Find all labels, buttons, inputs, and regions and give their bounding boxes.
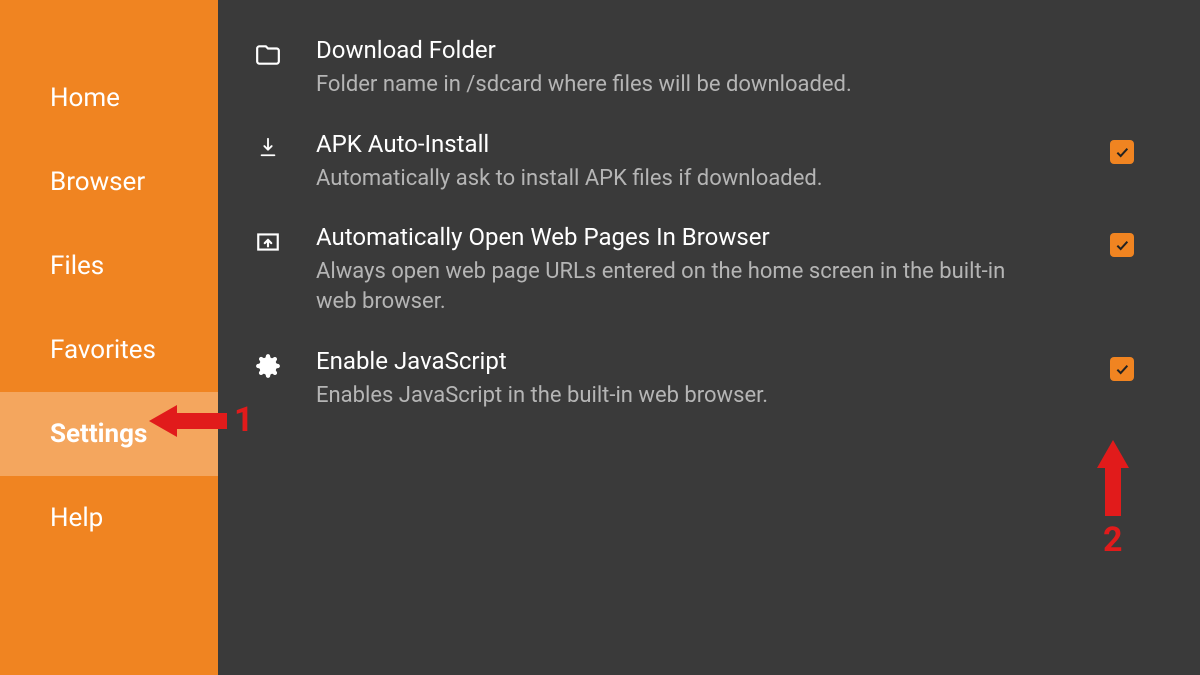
sidebar-item-files[interactable]: Files [0,224,218,308]
sidebar-item-label: Browser [50,167,145,197]
open-in-browser-icon [248,223,288,255]
setting-desc: Automatically ask to install APK files i… [316,164,1016,194]
setting-checkbox-slot [1110,36,1140,46]
setting-row-download-folder[interactable]: Download Folder Folder name in /sdcard w… [248,36,1140,100]
setting-checkbox-slot [1110,223,1140,257]
sidebar-item-label: Help [50,503,103,533]
setting-text: Download Folder Folder name in /sdcard w… [316,36,1082,100]
sidebar-item-label: Settings [50,419,147,449]
sidebar-item-label: Home [50,83,120,113]
setting-title: Automatically Open Web Pages In Browser [316,223,1082,251]
setting-title: Enable JavaScript [316,347,1082,375]
sidebar-item-settings[interactable]: Settings [0,392,218,476]
setting-text: Enable JavaScript Enables JavaScript in … [316,347,1082,411]
download-icon [248,130,288,158]
checkbox-apk-auto-install[interactable] [1110,140,1134,164]
sidebar-item-label: Favorites [50,335,156,365]
annotation-label-1: 1 [234,400,254,440]
setting-text: APK Auto-Install Automatically ask to in… [316,130,1082,194]
sidebar: Home Browser Files Favorites Settings He… [0,0,218,675]
folder-icon [248,36,288,68]
setting-title: APK Auto-Install [316,130,1082,158]
checkbox-auto-open-browser[interactable] [1110,233,1134,257]
sidebar-item-home[interactable]: Home [0,56,218,140]
sidebar-item-help[interactable]: Help [0,476,218,560]
setting-desc: Folder name in /sdcard where files will … [316,70,1016,100]
annotation-label-2: 2 [1103,520,1123,560]
setting-title: Download Folder [316,36,1082,64]
setting-checkbox-slot [1110,130,1140,164]
checkbox-enable-javascript[interactable] [1110,357,1134,381]
setting-desc: Always open web page URLs entered on the… [316,257,1016,316]
setting-checkbox-slot [1110,347,1140,381]
sidebar-item-label: Files [50,251,104,281]
settings-panel: Download Folder Folder name in /sdcard w… [218,0,1200,675]
setting-row-auto-open-browser[interactable]: Automatically Open Web Pages In Browser … [248,223,1140,316]
setting-row-enable-javascript[interactable]: Enable JavaScript Enables JavaScript in … [248,347,1140,411]
setting-row-apk-auto-install[interactable]: APK Auto-Install Automatically ask to in… [248,130,1140,194]
sidebar-item-favorites[interactable]: Favorites [0,308,218,392]
gear-icon [248,347,288,379]
setting-text: Automatically Open Web Pages In Browser … [316,223,1082,316]
setting-desc: Enables JavaScript in the built-in web b… [316,381,1016,411]
sidebar-item-browser[interactable]: Browser [0,140,218,224]
